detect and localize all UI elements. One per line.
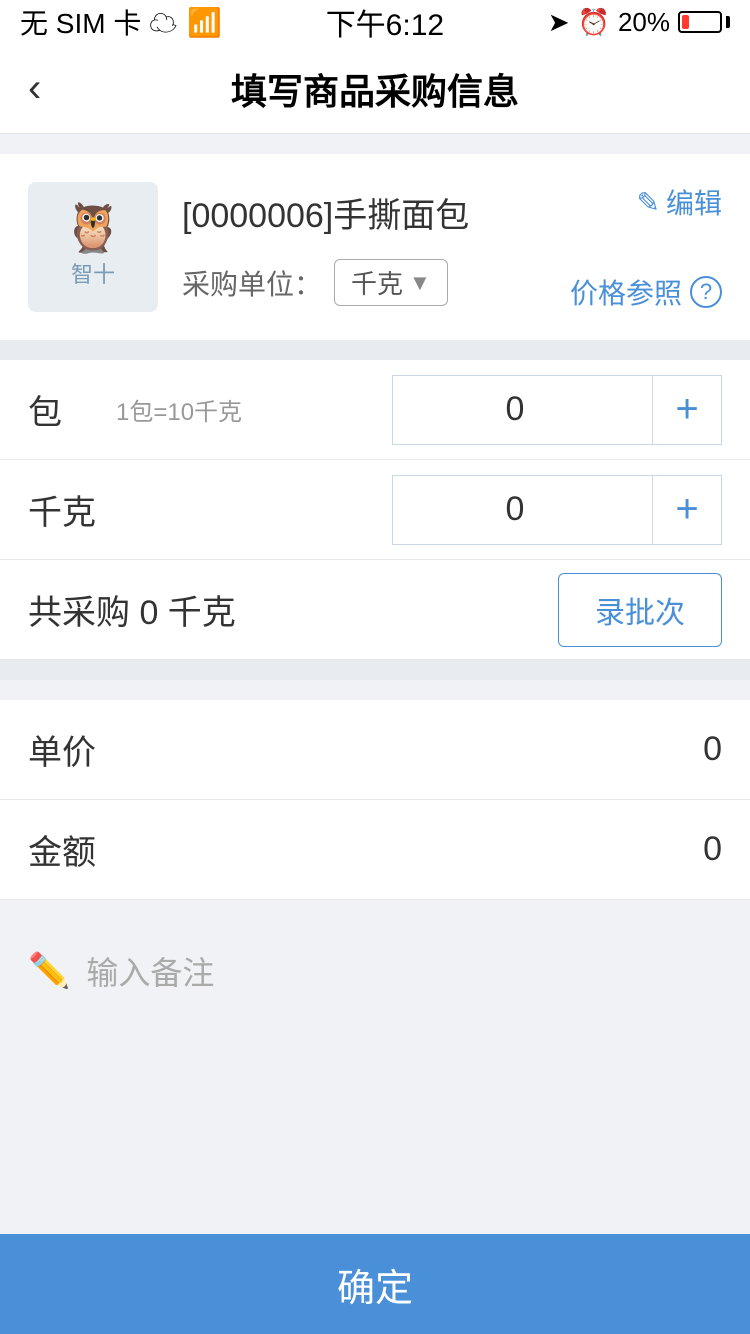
bag-label: 包 <box>28 385 108 434</box>
kg-input-control: + <box>392 475 722 545</box>
kg-input[interactable] <box>392 475 652 545</box>
total-label: 共采购 0 千克 <box>28 585 558 634</box>
wifi-icon: 📶 <box>187 6 222 39</box>
unit-price-value: 0 <box>703 730 722 769</box>
edit-label: 编辑 <box>666 182 722 222</box>
unit-label: 采购单位： <box>182 263 322 303</box>
section-divider-2 <box>0 660 750 680</box>
note-placeholder-text: 输入备注 <box>86 948 214 994</box>
alarm-icon: ⏰ <box>578 7 610 38</box>
chevron-down-icon: ▼ <box>409 270 431 296</box>
section-divider-1 <box>0 340 750 360</box>
total-row: 共采购 0 千克 录批次 <box>0 560 750 660</box>
price-ref-label: 价格参照 <box>570 272 682 312</box>
unit-selector[interactable]: 千克 ▼ <box>334 259 448 306</box>
back-button[interactable]: ‹ <box>28 66 41 111</box>
status-left: 无 SIM 卡 ☁ 📶 <box>20 2 222 42</box>
price-ref-button[interactable]: 价格参照 ? <box>570 272 722 312</box>
unit-price-label: 单价 <box>28 725 703 774</box>
product-image: 🦉 智十 <box>28 182 158 312</box>
help-icon: ? <box>690 276 722 308</box>
bag-input-control: + <box>392 375 722 445</box>
bag-sublabel: 1包=10千克 <box>116 392 392 427</box>
battery-percent: 20% <box>618 7 670 38</box>
amount-label: 金额 <box>28 825 703 874</box>
record-batch-button[interactable]: 录批次 <box>558 573 722 647</box>
bag-plus-button[interactable]: + <box>652 375 722 445</box>
product-logo-text: 智十 <box>71 257 115 289</box>
pencil-icon: ✏️ <box>28 951 70 991</box>
edit-button[interactable]: ✎ 编辑 <box>637 182 722 222</box>
battery-icon <box>678 11 730 33</box>
unit-price-row: 单价 0 <box>0 700 750 800</box>
kg-input-row: 千克 + <box>0 460 750 560</box>
page-title: 填写商品采购信息 <box>231 63 519 115</box>
kg-label: 千克 <box>28 485 108 534</box>
no-sim-text: 无 SIM 卡 ☁ <box>20 2 177 42</box>
input-section: 包 1包=10千克 + 千克 + 共采购 0 千克 录批次 <box>0 360 750 660</box>
unit-value: 千克 <box>351 264 403 301</box>
status-bar: 无 SIM 卡 ☁ 📶 下午6:12 ➤ ⏰ 20% <box>0 0 750 44</box>
price-section: 单价 0 金额 0 <box>0 700 750 900</box>
kg-plus-button[interactable]: + <box>652 475 722 545</box>
location-icon: ➤ <box>548 7 570 38</box>
nav-bar: ‹ 填写商品采购信息 <box>0 44 750 134</box>
note-section[interactable]: ✏️ 输入备注 <box>0 920 750 1022</box>
product-card: 🦉 智十 [0000006]手撕面包 采购单位： 千克 ▼ ✎ 编辑 价格参照 … <box>0 154 750 340</box>
status-time: 下午6:12 <box>326 0 444 44</box>
edit-icon: ✎ <box>637 186 660 219</box>
status-right: ➤ ⏰ 20% <box>548 7 730 38</box>
amount-value: 0 <box>703 830 722 869</box>
bag-input-row: 包 1包=10千克 + <box>0 360 750 460</box>
amount-row: 金额 0 <box>0 800 750 900</box>
bag-input[interactable] <box>392 375 652 445</box>
product-logo-icon: 🦉 <box>63 205 123 253</box>
confirm-button[interactable]: 确定 <box>0 1234 750 1334</box>
